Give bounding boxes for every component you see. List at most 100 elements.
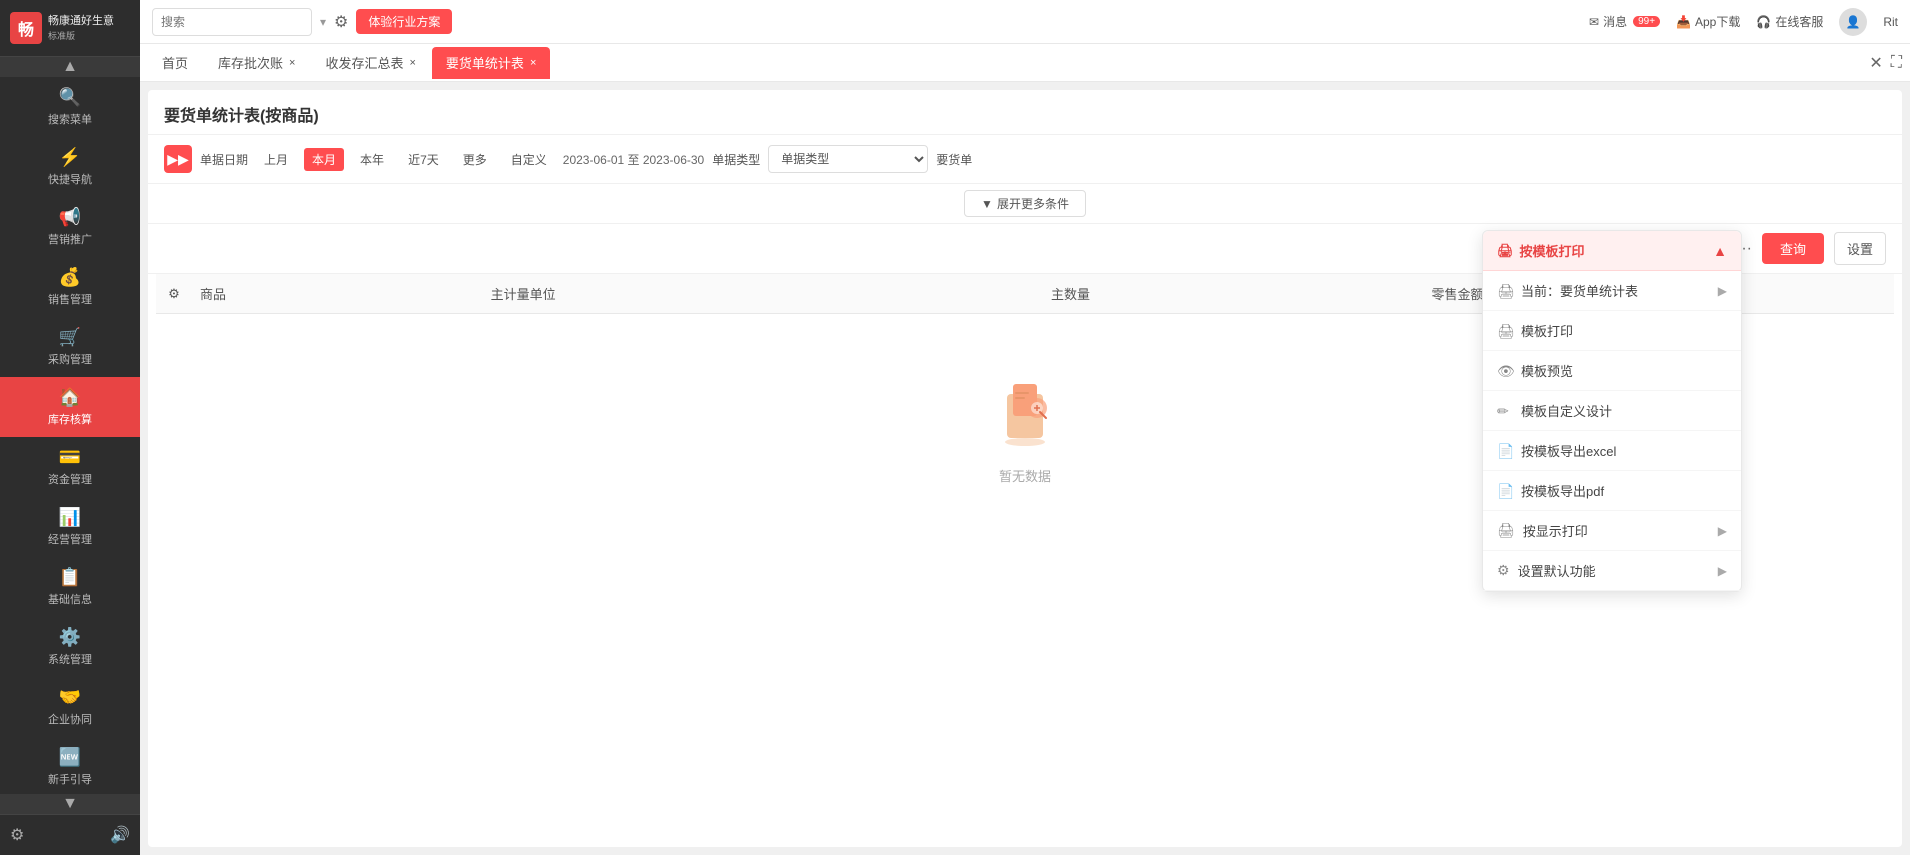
dropdown-panel: 🖨 按模板打印 ▲ 🖨 当前：要货单统计表 ▶ 🖨 模板打印 👁 模板预览 ✏ … xyxy=(1482,230,1742,592)
tab-inventory-batch-label: 库存批次账 xyxy=(218,53,283,72)
filter-custom-btn[interactable]: 自定义 xyxy=(503,148,555,171)
filter-bar: ▶▶ 单据日期 上月 本月 本年 近7天 更多 自定义 2023-06-01 至… xyxy=(148,135,1902,184)
sidebar-item-operation[interactable]: 📊 经营管理 xyxy=(0,497,140,557)
filter-type-label: 单据类型 xyxy=(712,151,760,168)
sidebar-scroll-up[interactable]: ▲ xyxy=(0,57,140,77)
tab-inventory-batch[interactable]: 库存批次账 × xyxy=(204,47,309,79)
dropdown-printer-icon: 🖨 xyxy=(1497,243,1514,259)
inventory-icon: 🏠 xyxy=(59,387,81,408)
dropdown-item-export-excel[interactable]: 📄 按模板导出excel xyxy=(1483,431,1741,471)
sidebar-item-sales[interactable]: 💰 销售管理 xyxy=(0,257,140,317)
topbar-settings-icon[interactable]: ⚙ xyxy=(334,12,348,32)
top-bar-right: ✉ 消息 99+ 📥 App下载 🎧 在线客服 👤 Rit xyxy=(1589,8,1898,36)
tab-order-stats-label: 要货单统计表 xyxy=(446,53,524,72)
col-goods: 商品 xyxy=(192,274,483,314)
filter-more-btn[interactable]: 更多 xyxy=(455,148,495,171)
sidebar-scroll-down[interactable]: ▼ xyxy=(0,794,140,814)
sidebar-item-marketing[interactable]: 📢 营销推广 xyxy=(0,197,140,257)
filter-row2: ▼ 展开更多条件 xyxy=(148,184,1902,224)
dropdown-set-default-label: 设置默认功能 xyxy=(1518,561,1596,580)
dropdown-section-display-print[interactable]: 🖨 按显示打印 ▶ xyxy=(1483,511,1741,551)
dropdown-template-design-icon: ✏ xyxy=(1497,403,1513,419)
enterprise-icon: 🤝 xyxy=(59,687,81,708)
col-settings-icon[interactable]: ⚙ xyxy=(168,286,180,301)
dropdown-current-icon: 🖨 xyxy=(1497,283,1513,299)
tabs-bar: 首页 库存批次账 × 收发存汇总表 × 要货单统计表 × ✕ ⛶ xyxy=(140,44,1910,82)
settings-button[interactable]: 设置 xyxy=(1834,232,1886,265)
logo-text: 畅康通好生意 标准版 xyxy=(48,14,114,41)
dropdown-item-export-pdf[interactable]: 📄 按模板导出pdf xyxy=(1483,471,1741,511)
operation-icon: 📊 xyxy=(59,507,81,528)
tab-receipt-summary[interactable]: 收发存汇总表 × xyxy=(311,47,429,79)
sidebar: 畅 畅康通好生意 标准版 ▲ 🔍 搜索菜单 ⚡ 快捷导航 📢 营销推广 💰 销售… xyxy=(0,0,140,855)
system-icon: ⚙️ xyxy=(59,627,81,648)
tab-home[interactable]: 首页 xyxy=(148,47,202,79)
app-name: 畅康通好生意 xyxy=(48,14,114,28)
page-content: 要货单统计表(按商品) ▶▶ 单据日期 上月 本月 本年 近7天 更多 自定义 … xyxy=(148,90,1902,847)
dropdown-chevron-up-icon: ▲ xyxy=(1713,243,1727,259)
dropdown-header-left: 🖨 按模板打印 xyxy=(1497,241,1585,260)
dropdown-template-preview-icon: 👁 xyxy=(1497,363,1513,379)
dropdown-title: 按模板打印 xyxy=(1520,241,1585,260)
search-input[interactable] xyxy=(152,8,312,36)
dropdown-export-excel-icon: 📄 xyxy=(1497,443,1513,459)
sidebar-item-quick-nav[interactable]: ⚡ 快捷导航 xyxy=(0,137,140,197)
filter-last7-btn[interactable]: 近7天 xyxy=(400,148,447,171)
dropdown-item-template-preview[interactable]: 👁 模板预览 xyxy=(1483,351,1741,391)
top-bar-left: ▾ ⚙ 体验行业方案 xyxy=(152,8,1581,36)
dropdown-item-template-design[interactable]: ✏ 模板自定义设计 xyxy=(1483,391,1741,431)
app-download-action[interactable]: 📥 App下载 xyxy=(1676,13,1740,30)
tab-inventory-batch-close[interactable]: × xyxy=(289,57,295,69)
window-close-icon[interactable]: ✕ xyxy=(1869,53,1882,73)
page-header: 要货单统计表(按商品) xyxy=(148,90,1902,135)
footer-audio-icon[interactable]: 🔊 xyxy=(110,825,130,845)
dropdown-display-print-label: 按显示打印 xyxy=(1523,521,1588,540)
experience-button[interactable]: 体验行业方案 xyxy=(356,9,452,34)
window-maximize-icon[interactable]: ⛶ xyxy=(1891,54,1902,72)
empty-state-icon xyxy=(985,374,1065,454)
dropdown-item-template-print[interactable]: 🖨 模板打印 xyxy=(1483,311,1741,351)
dropdown-export-pdf-label: 按模板导出pdf xyxy=(1521,481,1604,500)
sidebar-nav: 🔍 搜索菜单 ⚡ 快捷导航 📢 营销推广 💰 销售管理 🛒 采购管理 🏠 库存核… xyxy=(0,77,140,794)
search-icon: 🔍 xyxy=(59,87,81,108)
message-badge: 99+ xyxy=(1633,16,1660,27)
sidebar-item-search[interactable]: 🔍 搜索菜单 xyxy=(0,77,140,137)
dropdown-header[interactable]: 🖨 按模板打印 ▲ xyxy=(1483,231,1741,271)
sidebar-item-purchase[interactable]: 🛒 采购管理 xyxy=(0,317,140,377)
expand-more-label: 展开更多条件 xyxy=(997,195,1069,212)
sidebar-item-basic[interactable]: 📋 基础信息 xyxy=(0,557,140,617)
filter-this-year-btn[interactable]: 本年 xyxy=(352,148,392,171)
sidebar-item-finance[interactable]: 💳 资金管理 xyxy=(0,437,140,497)
col-settings[interactable]: ⚙ xyxy=(156,274,192,314)
message-action[interactable]: ✉ 消息 99+ xyxy=(1589,13,1660,30)
expand-more-button[interactable]: ▼ 展开更多条件 xyxy=(964,190,1086,217)
dropdown-section-set-default[interactable]: ⚙ 设置默认功能 ▶ xyxy=(1483,551,1741,591)
online-service-action[interactable]: 🎧 在线客服 xyxy=(1756,13,1823,30)
filter-type-select[interactable]: 单据类型 xyxy=(768,145,928,173)
dropdown-export-pdf-icon: 📄 xyxy=(1497,483,1513,499)
sidebar-item-guide[interactable]: 🆕 新手引导 xyxy=(0,737,140,794)
sidebar-item-enterprise[interactable]: 🤝 企业协同 xyxy=(0,677,140,737)
tab-receipt-summary-close[interactable]: × xyxy=(409,57,415,69)
sidebar-item-system[interactable]: ⚙️ 系统管理 xyxy=(0,617,140,677)
main-area: ▾ ⚙ 体验行业方案 ✉ 消息 99+ 📥 App下载 🎧 在线客服 👤 Rit xyxy=(140,0,1910,855)
filter-date-label: 单据日期 xyxy=(200,151,248,168)
app-download-label: App下载 xyxy=(1695,13,1740,30)
tab-order-stats-close[interactable]: × xyxy=(530,57,536,69)
dropdown-item-current[interactable]: 🖨 当前：要货单统计表 ▶ xyxy=(1483,271,1741,311)
dropdown-current-arrow-icon: ▶ xyxy=(1718,284,1727,298)
filter-this-month-btn[interactable]: 本月 xyxy=(304,148,344,171)
purchase-icon: 🛒 xyxy=(59,327,81,348)
dropdown-display-print-icon: 🖨 xyxy=(1497,522,1515,539)
user-avatar[interactable]: 👤 xyxy=(1839,8,1867,36)
user-name[interactable]: Rit xyxy=(1883,15,1898,29)
footer-settings-icon[interactable]: ⚙ xyxy=(10,825,24,845)
filter-goods-label: 要货单 xyxy=(936,151,972,168)
filter-last-month-btn[interactable]: 上月 xyxy=(256,148,296,171)
basic-icon: 📋 xyxy=(59,567,81,588)
sidebar-item-inventory[interactable]: 🏠 库存核算 xyxy=(0,377,140,437)
filter-expand-button[interactable]: ▶▶ xyxy=(164,145,192,173)
tab-order-stats[interactable]: 要货单统计表 × xyxy=(432,47,550,79)
query-button[interactable]: 查询 xyxy=(1762,233,1824,264)
search-chevron-icon[interactable]: ▾ xyxy=(320,15,326,29)
